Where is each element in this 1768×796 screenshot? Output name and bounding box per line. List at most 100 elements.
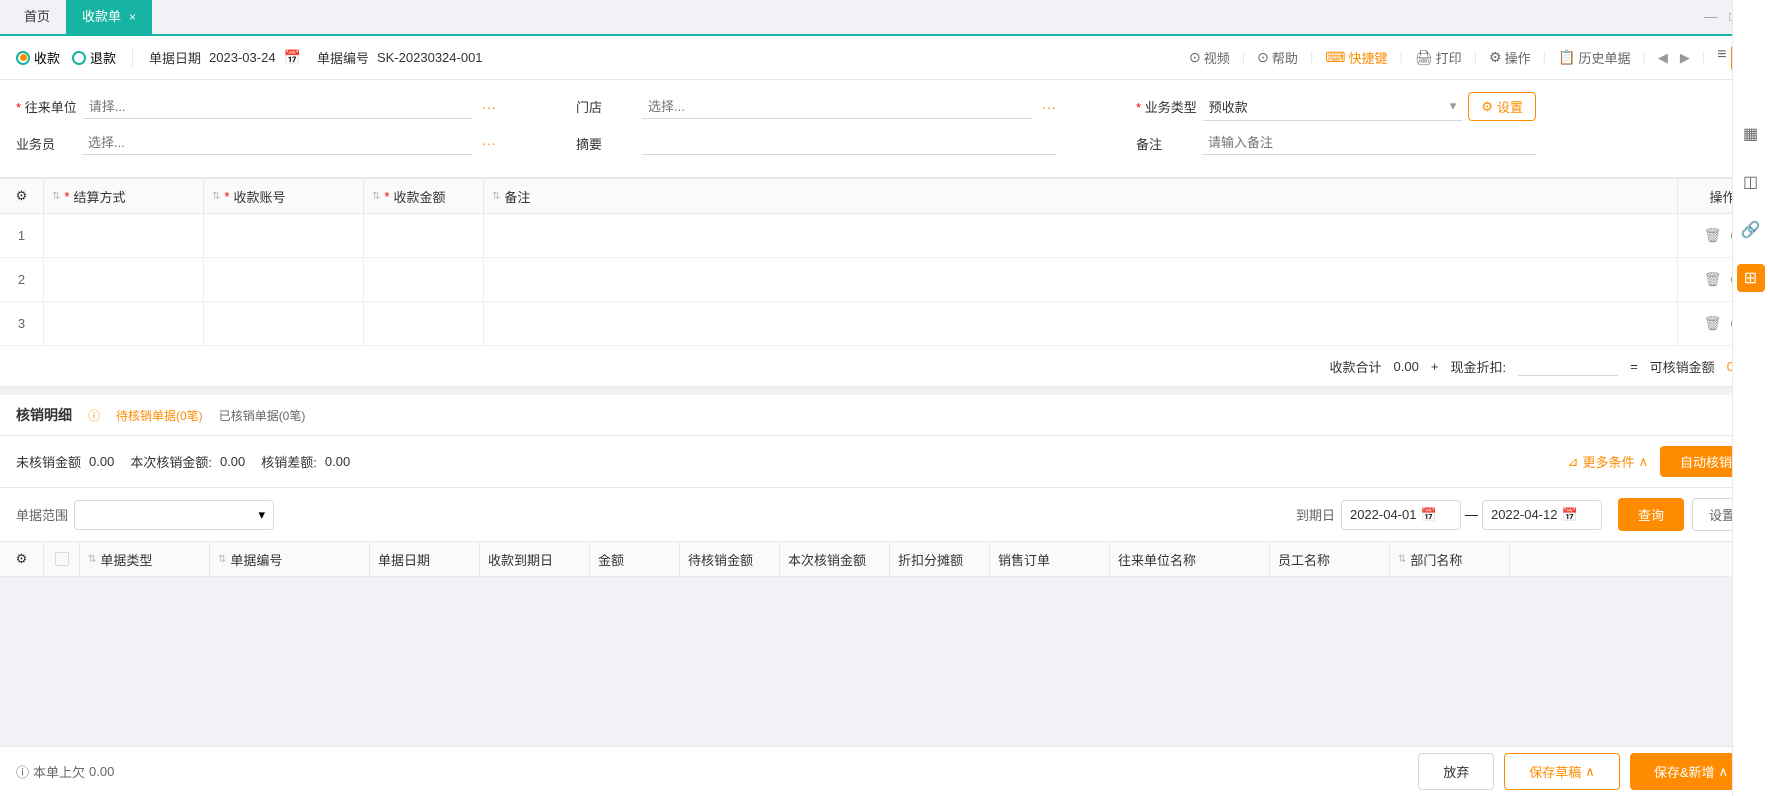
- row-2-delete-icon[interactable]: 🗑: [1704, 271, 1722, 288]
- row-2-note[interactable]: [484, 258, 1678, 301]
- bcol-pending: 待核销金额: [680, 542, 780, 576]
- sort-icon[interactable]: ⇅: [492, 191, 500, 202]
- form-row-1: * 往来单位 ··· 门店 ··· * 业务类型 预收款 ▾ ⚙ 设置: [16, 92, 1752, 121]
- query-btn[interactable]: 查询: [1618, 498, 1684, 531]
- sidebar-link-icon[interactable]: 🔗: [1737, 216, 1765, 244]
- row-2-amount[interactable]: [364, 258, 484, 301]
- shop-more[interactable]: ···: [1042, 99, 1056, 115]
- row-2-settle[interactable]: [44, 258, 204, 301]
- list-view-icon[interactable]: ≡: [1717, 46, 1726, 70]
- row-1-note[interactable]: [484, 214, 1678, 257]
- row-3-amount[interactable]: [364, 302, 484, 345]
- video-btn[interactable]: ⊙ 视频: [1189, 48, 1230, 67]
- row-1-amount[interactable]: [364, 214, 484, 257]
- radio-refund[interactable]: 退款: [72, 48, 116, 67]
- staff-field: 业务员 ···: [16, 131, 496, 155]
- remark-input[interactable]: [1202, 131, 1536, 155]
- help-btn[interactable]: ⊙ 帮助: [1257, 48, 1298, 67]
- prev-amount: ⓘ 本单上欠 0.00: [16, 762, 114, 781]
- save-draft-btn[interactable]: 保存草稿 ∧: [1504, 753, 1620, 790]
- shop-label: 门店: [576, 97, 636, 116]
- info-icon: ⓘ: [16, 762, 29, 781]
- this-time-amount: 本次核销金额: 0.00: [130, 452, 245, 471]
- range-select[interactable]: ▾: [74, 500, 274, 530]
- summary-row: 收款合计 0.00 + 现金折扣: = 可核销金额 0.00: [0, 346, 1768, 387]
- sort-icon[interactable]: ⇅: [88, 554, 96, 565]
- sort-icon[interactable]: ⇅: [372, 191, 380, 202]
- row-3-account[interactable]: [204, 302, 364, 345]
- bcol-staff: 员工名称: [1270, 542, 1390, 576]
- operations-btn[interactable]: ⚙ 操作: [1489, 48, 1531, 67]
- sort-icon[interactable]: ⇅: [52, 191, 60, 202]
- col-settings-header[interactable]: ⚙: [0, 179, 44, 213]
- sidebar-table-icon[interactable]: ▦: [1737, 120, 1765, 148]
- diff-amount: 核销差额: 0.00: [261, 452, 350, 471]
- pending-tab[interactable]: 待核销单据(0笔): [116, 407, 203, 424]
- toolbar-actions: ⊙ 视频 | ⊙ 帮助 | ⌨ 快捷键 | 🖨 打印 | ⚙ 操作: [1189, 46, 1752, 70]
- tab-bar: 首页 收款单 × — □ ✕: [0, 0, 1768, 36]
- staff-more[interactable]: ···: [482, 135, 496, 151]
- info-icon[interactable]: ⓘ: [88, 407, 100, 424]
- row-3-delete-icon[interactable]: 🗑: [1704, 315, 1722, 332]
- from-unit-input[interactable]: [83, 95, 472, 119]
- settings-icon: ⚙: [16, 188, 28, 204]
- shop-input[interactable]: [642, 95, 1032, 119]
- range-field: 单据范围 ▾: [16, 500, 1280, 530]
- biz-type-label: * 业务类型: [1136, 97, 1197, 116]
- total-value: 0.00: [1394, 359, 1419, 374]
- staff-label: 业务员: [16, 134, 76, 153]
- calendar-icon[interactable]: 📅: [284, 49, 301, 66]
- row-3-note[interactable]: [484, 302, 1678, 345]
- row-1-account[interactable]: [204, 214, 364, 257]
- sidebar-expand-icon[interactable]: ⊞: [1737, 264, 1765, 292]
- row-1-delete-icon[interactable]: 🗑: [1704, 227, 1722, 244]
- biz-settings-btn[interactable]: ⚙ 设置: [1468, 92, 1536, 121]
- biz-type-select[interactable]: 预收款 ▾: [1203, 93, 1463, 121]
- range-arrow-icon: ▾: [258, 507, 265, 523]
- from-unit-label: * 往来单位: [16, 97, 77, 116]
- summary-input[interactable]: [642, 131, 1056, 155]
- discount-label: 现金折扣:: [1450, 357, 1506, 376]
- nav-next[interactable]: ▶: [1680, 50, 1690, 66]
- sort-icon[interactable]: ⇅: [212, 191, 220, 202]
- date-from-input[interactable]: 2022-04-01 📅: [1341, 500, 1461, 530]
- col-note-header: ⇅ 备注: [484, 179, 1678, 213]
- row-2-account[interactable]: [204, 258, 364, 301]
- section-title: 核销明细: [16, 405, 72, 425]
- due-date-field: 到期日 2022-04-01 📅 — 2022-04-12 📅: [1296, 500, 1602, 530]
- nav-prev[interactable]: ◀: [1658, 50, 1668, 66]
- table-row: 2 🗑 ⊕: [0, 258, 1768, 302]
- select-all-checkbox[interactable]: [55, 552, 69, 566]
- bcol-checkbox[interactable]: [44, 542, 80, 576]
- tab-home[interactable]: 首页: [8, 0, 66, 35]
- shortcut-btn[interactable]: ⌨ 快捷键: [1325, 48, 1387, 67]
- bcol-from: 往来单位名称: [1110, 542, 1270, 576]
- discount-input[interactable]: [1518, 356, 1618, 376]
- from-unit-field: * 往来单位 ···: [16, 95, 496, 119]
- print-btn[interactable]: 🖨 打印: [1415, 48, 1462, 67]
- tab-close-icon[interactable]: ×: [129, 0, 136, 35]
- staff-input[interactable]: [82, 131, 472, 155]
- date-to-input[interactable]: 2022-04-12 📅: [1482, 500, 1602, 530]
- discard-btn[interactable]: 放弃: [1418, 753, 1494, 790]
- filter-row: 未核销金额 0.00 本次核销金额: 0.00 核销差额: 0.00 ⊿ 更多条…: [0, 436, 1768, 488]
- radio-receipt[interactable]: 收款: [16, 48, 60, 67]
- calendar-to-icon: 📅: [1561, 507, 1577, 523]
- summary-label: 摘要: [576, 134, 636, 153]
- form-area: * 往来单位 ··· 门店 ··· * 业务类型 预收款 ▾ ⚙ 设置: [0, 80, 1768, 178]
- sidebar-doc-icon[interactable]: ◫: [1737, 168, 1765, 196]
- shop-field: 门店 ···: [576, 95, 1056, 119]
- minimize-icon[interactable]: —: [1704, 9, 1717, 25]
- bcol-settings[interactable]: ⚙: [0, 542, 44, 576]
- sort-icon[interactable]: ⇅: [1398, 554, 1406, 565]
- settings-icon: ⚙: [16, 551, 28, 567]
- row-1-settle[interactable]: [44, 214, 204, 257]
- remark-label: 备注: [1136, 134, 1196, 153]
- history-btn[interactable]: 📋 历史单据: [1558, 48, 1630, 67]
- done-tab[interactable]: 已核销单据(0笔): [219, 407, 306, 424]
- row-3-settle[interactable]: [44, 302, 204, 345]
- from-unit-more[interactable]: ···: [482, 99, 496, 115]
- tab-receipt[interactable]: 收款单 ×: [66, 0, 152, 35]
- sort-icon[interactable]: ⇅: [218, 554, 226, 565]
- more-conditions-btn[interactable]: ⊿ 更多条件 ∧: [1568, 452, 1648, 471]
